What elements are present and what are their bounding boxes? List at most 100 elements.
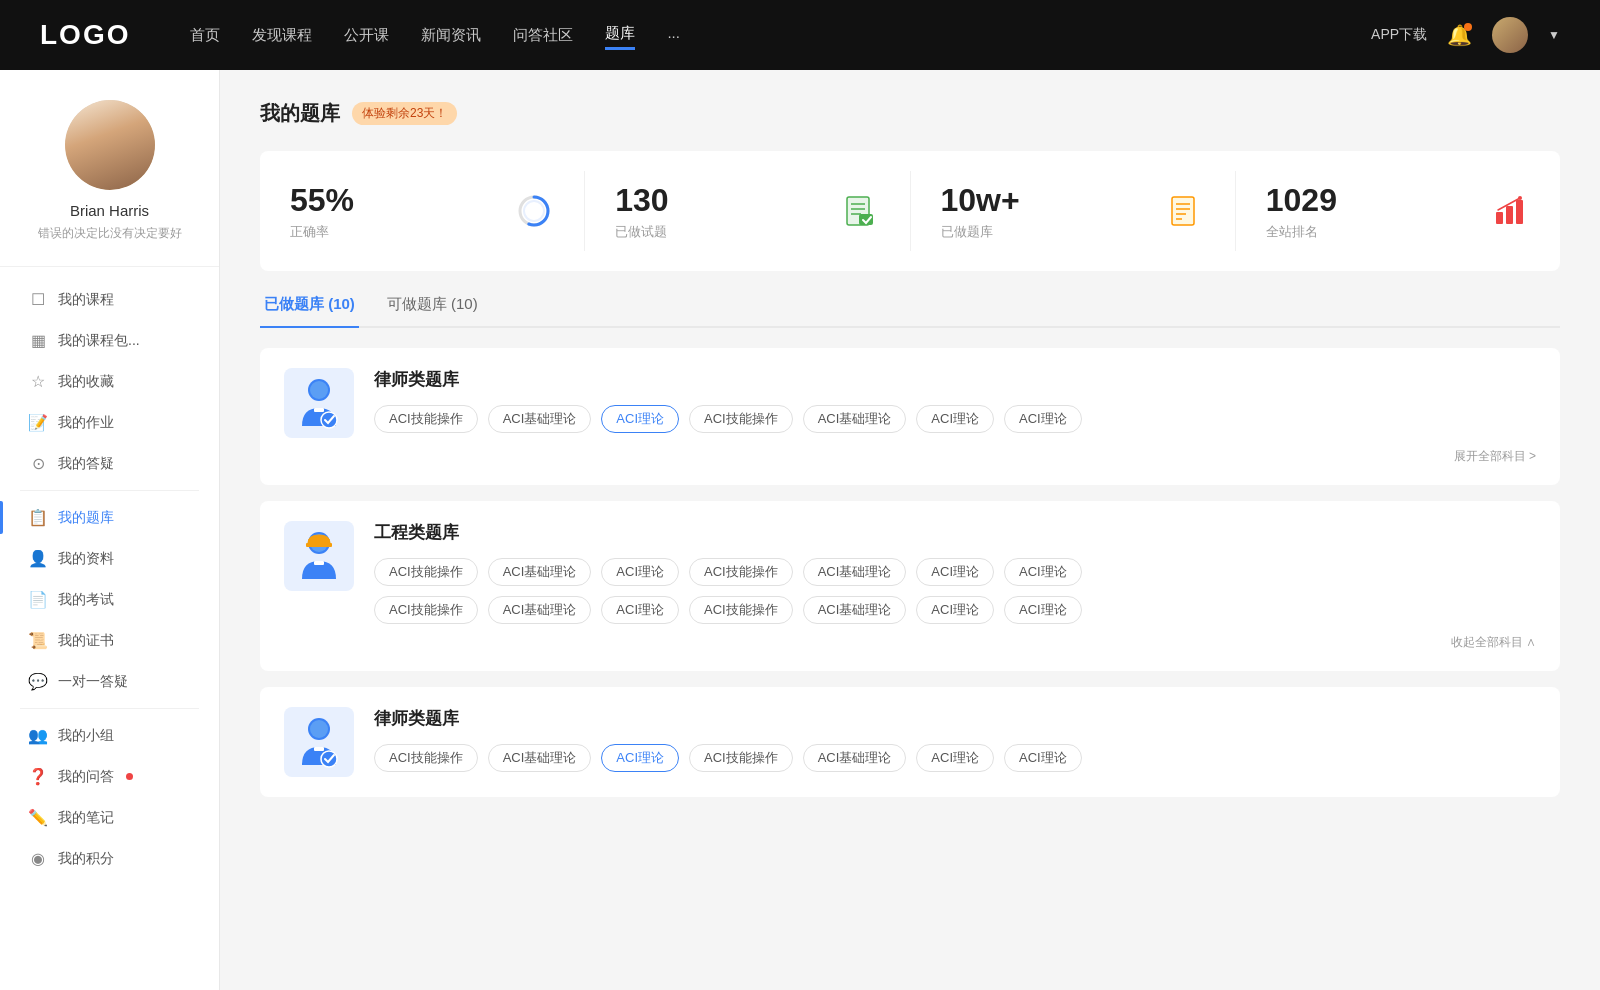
svg-rect-24 (314, 561, 324, 565)
user-avatar[interactable] (1492, 17, 1528, 53)
tag-3-5[interactable]: ACI基础理论 (803, 744, 907, 772)
sidebar-item-homework[interactable]: 📝 我的作业 (0, 402, 219, 443)
page-layout: Brian Harris 错误的决定比没有决定要好 ☐ 我的课程 ▦ 我的课程包… (0, 70, 1600, 990)
tag-3-7[interactable]: ACI理论 (1004, 744, 1082, 772)
sidebar-label-group: 我的小组 (58, 727, 114, 745)
nav-more[interactable]: ··· (667, 23, 680, 48)
exam-icon: 📄 (28, 590, 48, 609)
sidebar-profile: Brian Harris 错误的决定比没有决定要好 (0, 100, 219, 267)
sidebar-label-favorites: 我的收藏 (58, 373, 114, 391)
stats-row: 55% 正确率 130 已做试题 (260, 151, 1560, 271)
svg-point-26 (310, 720, 328, 738)
sidebar-item-questions[interactable]: ⊙ 我的答疑 (0, 443, 219, 484)
tag-1-2[interactable]: ACI基础理论 (488, 405, 592, 433)
sidebar-label-tutoring: 一对一答疑 (58, 673, 128, 691)
user-motto: 错误的决定比没有决定要好 (38, 225, 182, 242)
nav-open-course[interactable]: 公开课 (344, 22, 389, 49)
profile-icon: 👤 (28, 549, 48, 568)
stat-accuracy-value: 55% (290, 181, 514, 219)
tag-3-4[interactable]: ACI技能操作 (689, 744, 793, 772)
qb-card-header-2: 工程类题库 ACI技能操作 ACI基础理论 ACI理论 ACI技能操作 ACI基… (284, 521, 1536, 624)
tag-2-10[interactable]: ACI理论 (601, 596, 679, 624)
nav-question-bank[interactable]: 题库 (605, 20, 635, 50)
svg-rect-27 (314, 747, 324, 751)
tutoring-icon: 💬 (28, 672, 48, 691)
tag-2-6[interactable]: ACI理论 (916, 558, 994, 586)
tag-1-4[interactable]: ACI技能操作 (689, 405, 793, 433)
svg-rect-15 (1516, 200, 1523, 224)
page-title: 我的题库 (260, 100, 340, 127)
sidebar-item-group[interactable]: 👥 我的小组 (0, 715, 219, 756)
tag-1-1[interactable]: ACI技能操作 (374, 405, 478, 433)
sidebar-item-question-bank[interactable]: 📋 我的题库 (0, 497, 219, 538)
tag-1-5[interactable]: ACI基础理论 (803, 405, 907, 433)
expand-button-1[interactable]: 展开全部科目 > (1454, 448, 1536, 465)
sidebar-item-points[interactable]: ◉ 我的积分 (0, 838, 219, 879)
sidebar-item-certificate[interactable]: 📜 我的证书 (0, 620, 219, 661)
collapse-button-2[interactable]: 收起全部科目 ∧ (1451, 634, 1536, 651)
stat-rank-label: 全站排名 (1266, 223, 1490, 241)
sidebar-label-profile: 我的资料 (58, 550, 114, 568)
tag-2-13[interactable]: ACI理论 (916, 596, 994, 624)
done-banks-icon (1165, 191, 1205, 231)
qb-title-2: 工程类题库 (374, 521, 1536, 544)
stat-accuracy: 55% 正确率 (260, 171, 585, 251)
tag-2-1[interactable]: ACI技能操作 (374, 558, 478, 586)
tag-3-3[interactable]: ACI理论 (601, 744, 679, 772)
tag-2-3[interactable]: ACI理论 (601, 558, 679, 586)
stat-rank-text: 1029 全站排名 (1266, 181, 1490, 241)
stat-banks-label: 已做题库 (941, 223, 1165, 241)
tag-1-3[interactable]: ACI理论 (601, 405, 679, 433)
svg-rect-14 (1506, 206, 1513, 224)
qb-title-1: 律师类题库 (374, 368, 1536, 391)
stat-done-label: 已做试题 (615, 223, 839, 241)
stat-done-questions: 130 已做试题 (585, 171, 910, 251)
sidebar-label-questions: 我的答疑 (58, 455, 114, 473)
sidebar-item-profile[interactable]: 👤 我的资料 (0, 538, 219, 579)
packages-icon: ▦ (28, 331, 48, 350)
svg-point-28 (321, 751, 337, 767)
tab-done-banks[interactable]: 已做题库 (10) (260, 295, 359, 326)
tag-2-5[interactable]: ACI基础理论 (803, 558, 907, 586)
tag-2-14[interactable]: ACI理论 (1004, 596, 1082, 624)
svg-point-2 (524, 201, 544, 221)
svg-point-16 (1518, 196, 1522, 200)
sidebar-item-my-questions[interactable]: ❓ 我的问答 (0, 756, 219, 797)
nav-qa[interactable]: 问答社区 (513, 22, 573, 49)
tag-2-8[interactable]: ACI技能操作 (374, 596, 478, 624)
qb-card-header-1: 律师类题库 ACI技能操作 ACI基础理论 ACI理论 ACI技能操作 ACI基… (284, 368, 1536, 438)
unread-dot (126, 773, 133, 780)
stat-rank-value: 1029 (1266, 181, 1490, 219)
ranking-icon (1490, 191, 1530, 231)
sidebar-item-notes[interactable]: ✏️ 我的笔记 (0, 797, 219, 838)
user-menu-chevron[interactable]: ▼ (1548, 28, 1560, 42)
tag-2-2[interactable]: ACI基础理论 (488, 558, 592, 586)
sidebar-item-my-courses[interactable]: ☐ 我的课程 (0, 279, 219, 320)
stat-done-banks: 10w+ 已做题库 (911, 171, 1236, 251)
nav-news[interactable]: 新闻资讯 (421, 22, 481, 49)
tag-2-4[interactable]: ACI技能操作 (689, 558, 793, 586)
notification-bell[interactable]: 🔔 (1447, 23, 1472, 47)
tag-3-6[interactable]: ACI理论 (916, 744, 994, 772)
tag-2-12[interactable]: ACI基础理论 (803, 596, 907, 624)
qb-tags-1: ACI技能操作 ACI基础理论 ACI理论 ACI技能操作 ACI基础理论 AC… (374, 405, 1536, 433)
sidebar-item-course-packages[interactable]: ▦ 我的课程包... (0, 320, 219, 361)
avatar (65, 100, 155, 190)
tag-3-1[interactable]: ACI技能操作 (374, 744, 478, 772)
tag-2-9[interactable]: ACI基础理论 (488, 596, 592, 624)
nav-discover[interactable]: 发现课程 (252, 22, 312, 49)
app-download-button[interactable]: APP下载 (1371, 26, 1427, 44)
tag-2-11[interactable]: ACI技能操作 (689, 596, 793, 624)
sidebar-item-tutoring[interactable]: 💬 一对一答疑 (0, 661, 219, 702)
sidebar-item-exam[interactable]: 📄 我的考试 (0, 579, 219, 620)
cert-icon: 📜 (28, 631, 48, 650)
tag-3-2[interactable]: ACI基础理论 (488, 744, 592, 772)
tag-1-6[interactable]: ACI理论 (916, 405, 994, 433)
nav-home[interactable]: 首页 (190, 22, 220, 49)
navbar: LOGO 首页 发现课程 公开课 新闻资讯 问答社区 题库 ··· APP下载 … (0, 0, 1600, 70)
tag-2-7[interactable]: ACI理论 (1004, 558, 1082, 586)
tab-available-banks[interactable]: 可做题库 (10) (383, 295, 482, 326)
sidebar-item-favorites[interactable]: ☆ 我的收藏 (0, 361, 219, 402)
stat-done-value: 130 (615, 181, 839, 219)
tag-1-7[interactable]: ACI理论 (1004, 405, 1082, 433)
